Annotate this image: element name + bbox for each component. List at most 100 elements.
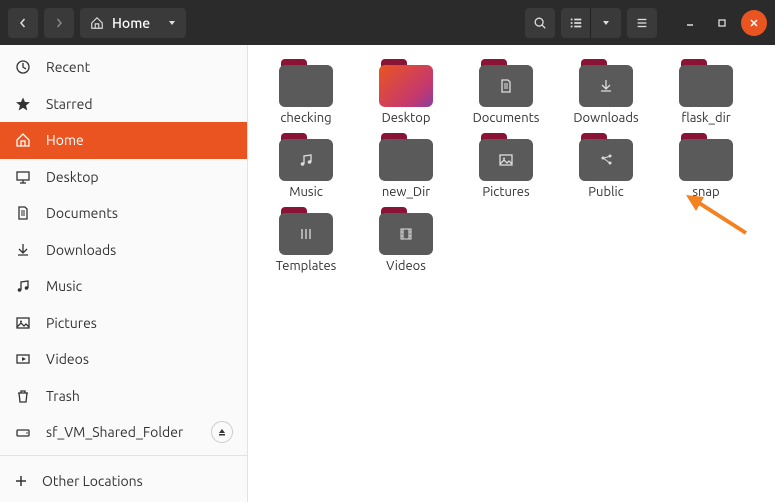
sidebar-item-downloads[interactable]: Downloads [0, 232, 247, 269]
path-bar[interactable]: Home [80, 8, 186, 38]
plus-icon [14, 474, 28, 488]
minimize-button[interactable] [677, 10, 703, 36]
music-icon [14, 278, 32, 294]
minimize-icon [685, 18, 695, 28]
folder-icon [379, 59, 433, 107]
sidebar-item-pictures[interactable]: Pictures [0, 305, 247, 342]
folder-label: flask_dir [681, 111, 730, 125]
view-dropdown-button[interactable] [591, 8, 621, 38]
list-icon [569, 16, 583, 30]
folder-music[interactable]: Music [264, 133, 348, 199]
sidebar-item-home[interactable]: Home [0, 122, 247, 159]
folder-desktop[interactable]: Desktop [364, 59, 448, 125]
folder-templates[interactable]: Templates [264, 207, 348, 273]
maximize-icon [717, 18, 727, 28]
sidebar-item-label: Starred [46, 96, 93, 112]
folder-icon [579, 59, 633, 107]
folder-label: Videos [386, 259, 426, 273]
close-icon [749, 18, 759, 28]
folder-label: snap [692, 185, 719, 199]
folder-icon [479, 133, 533, 181]
path-label: Home [112, 15, 150, 31]
folder-flask-dir[interactable]: flask_dir [664, 59, 748, 125]
triangle-down-icon [602, 19, 610, 27]
list-view-button[interactable] [561, 8, 591, 38]
folder-label: new_Dir [382, 185, 430, 199]
search-icon [533, 16, 547, 30]
downloads-icon [14, 242, 32, 258]
folder-icon [279, 59, 333, 107]
other-locations-label: Other Locations [42, 473, 143, 489]
folder-icon [279, 207, 333, 255]
desktop-icon [14, 169, 32, 185]
back-button[interactable] [8, 8, 38, 38]
folder-new-dir[interactable]: new_Dir [364, 133, 448, 199]
sidebar-item-label: Desktop [46, 169, 99, 185]
titlebar: Home [0, 0, 775, 45]
content-area[interactable]: checking Desktop Documents Downloads flask_d… [248, 45, 775, 502]
folder-pictures[interactable]: Pictures [464, 133, 548, 199]
folder-label: Music [289, 185, 323, 199]
clock-icon [14, 59, 32, 75]
sidebar-item-documents[interactable]: Documents [0, 195, 247, 232]
folder-label: checking [280, 111, 331, 125]
sidebar-item-label: Downloads [46, 242, 116, 258]
folder-videos[interactable]: Videos [364, 207, 448, 273]
search-button[interactable] [525, 8, 555, 38]
folder-icon [479, 59, 533, 107]
sidebar-item-label: Documents [46, 205, 118, 221]
sidebar-item-music[interactable]: Music [0, 268, 247, 305]
folder-label: Desktop [382, 111, 431, 125]
folder-icon [679, 133, 733, 181]
documents-icon [14, 205, 32, 221]
pictures-icon [14, 315, 32, 331]
maximize-button[interactable] [709, 10, 735, 36]
sidebar-item-label: Pictures [46, 315, 97, 331]
sidebar-item-label: Music [46, 278, 82, 294]
chevron-left-icon [18, 18, 28, 28]
folder-icon [379, 207, 433, 255]
sidebar-item-videos[interactable]: Videos [0, 341, 247, 378]
hamburger-menu-button[interactable] [627, 8, 657, 38]
sidebar-item-label: Recent [46, 59, 90, 75]
folder-downloads[interactable]: Downloads [564, 59, 648, 125]
view-mode-group [561, 8, 621, 38]
videos-icon [14, 351, 32, 367]
sidebar-item-starred[interactable]: Starred [0, 86, 247, 123]
folder-icon [379, 133, 433, 181]
chevron-right-icon [54, 18, 64, 28]
folder-label: Public [588, 185, 623, 199]
hamburger-icon [635, 16, 649, 30]
trash-icon [14, 388, 32, 404]
folder-public[interactable]: Public [564, 133, 648, 199]
folder-icon [679, 59, 733, 107]
folder-snap[interactable]: snap [664, 133, 748, 199]
folder-checking[interactable]: checking [264, 59, 348, 125]
folder-icon [579, 133, 633, 181]
other-locations[interactable]: Other Locations [0, 460, 247, 502]
sidebar-item-label: Videos [46, 351, 89, 367]
forward-button[interactable] [44, 8, 74, 38]
sidebar: Recent Starred Home Desktop Documents Downloa… [0, 45, 248, 502]
folder-documents[interactable]: Documents [464, 59, 548, 125]
folder-label: Documents [473, 111, 540, 125]
separator [0, 455, 247, 456]
sidebar-item-trash[interactable]: Trash [0, 378, 247, 415]
triangle-down-icon [168, 19, 176, 27]
sidebar-item-label: Home [46, 132, 84, 148]
folder-label: Templates [276, 259, 337, 273]
star-icon [14, 96, 32, 112]
close-button[interactable] [741, 10, 767, 36]
folder-label: Downloads [573, 111, 638, 125]
sidebar-item-recent[interactable]: Recent [0, 49, 247, 86]
folder-label: Pictures [482, 185, 529, 199]
sidebar-item-desktop[interactable]: Desktop [0, 159, 247, 196]
drive-icon [14, 424, 32, 440]
home-icon [14, 132, 32, 148]
sidebar-item-sf-vm-shared-folder[interactable]: sf_VM_Shared_Folder [0, 414, 247, 451]
home-icon [90, 16, 104, 30]
sidebar-item-label: Trash [46, 388, 80, 404]
eject-button[interactable] [211, 421, 233, 443]
folder-icon [279, 133, 333, 181]
sidebar-item-label: sf_VM_Shared_Folder [46, 424, 183, 440]
